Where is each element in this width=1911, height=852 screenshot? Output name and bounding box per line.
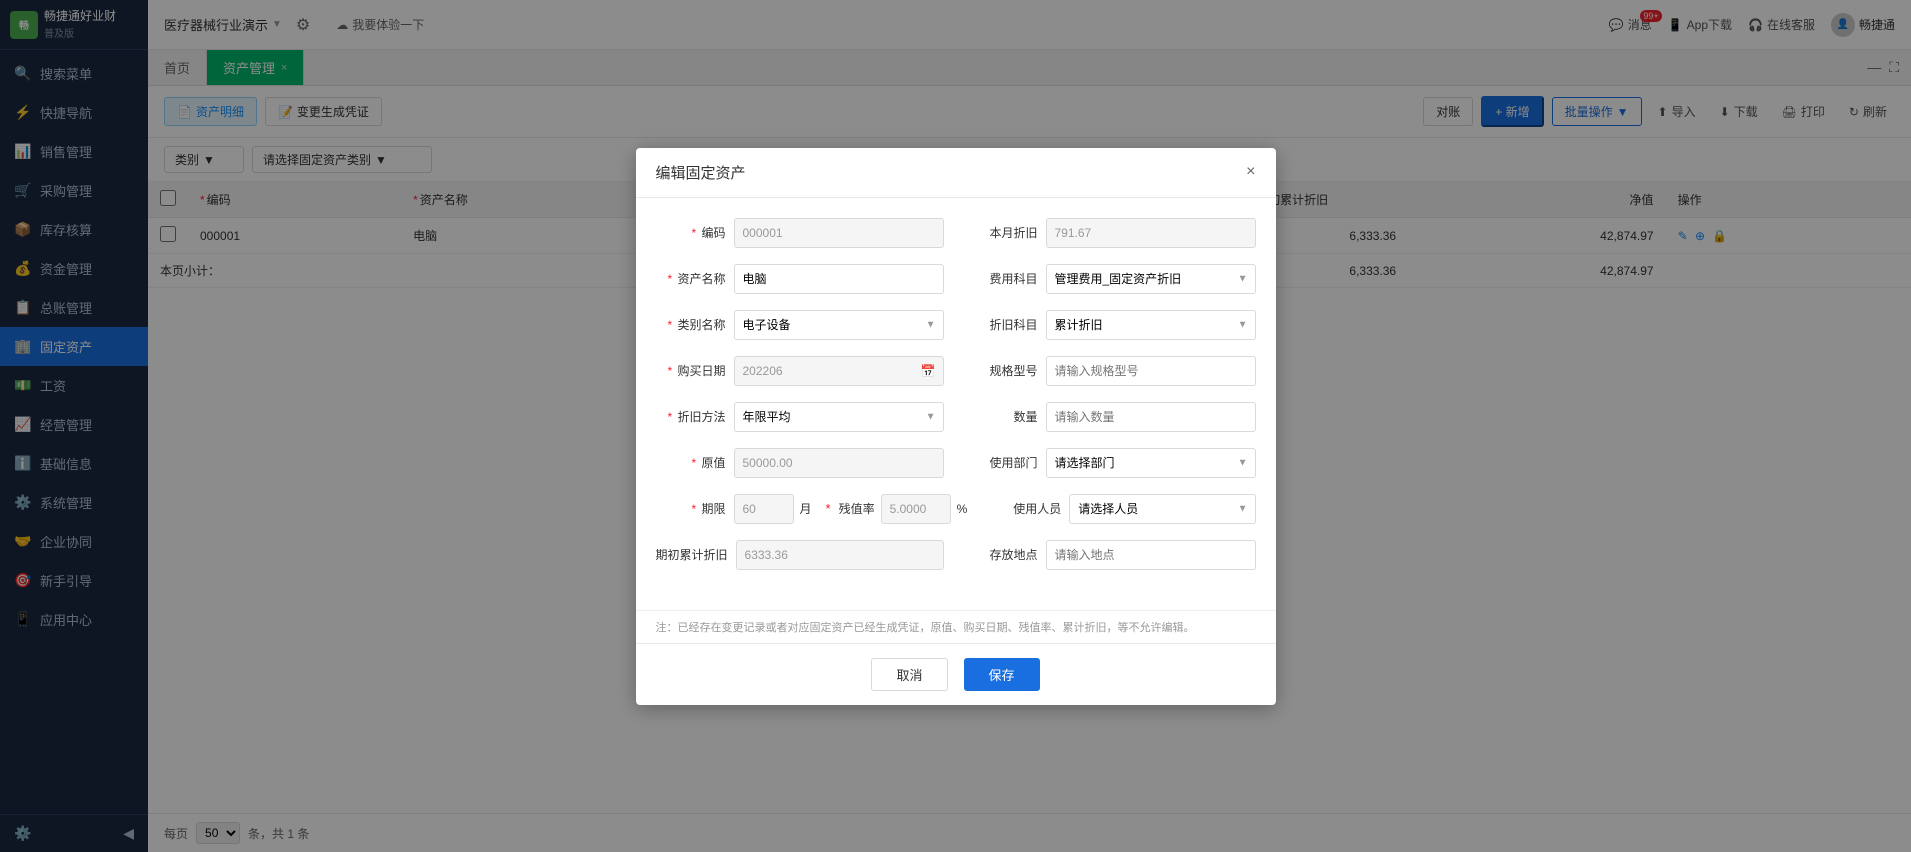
- staff-label: 使用人员: [1013, 502, 1061, 516]
- modal-row-6: * 原值 使用部门 请选择部门 ▼: [656, 448, 1256, 478]
- modal-row-3: * 类别名称 电子设备 ▼ 折旧科目: [656, 310, 1256, 340]
- staff-select[interactable]: 请选择人员: [1069, 494, 1255, 524]
- field-expense-subject: 费用科目 管理费用_固定资产折旧 ▼: [968, 264, 1256, 294]
- modal-footer: 取消 保存: [636, 643, 1276, 705]
- modal-close-btn[interactable]: ×: [1246, 163, 1255, 181]
- dep-subject-select-wrap: 累计折旧 ▼: [1046, 310, 1256, 340]
- original-value-label: 原值: [701, 456, 725, 470]
- code-label: 编码: [701, 226, 725, 240]
- field-asset-name: * 资产名称: [656, 264, 944, 294]
- category-label: 类别名称: [677, 318, 725, 332]
- field-initial-dep: 期初累计折旧: [656, 540, 944, 570]
- category-select[interactable]: 电子设备: [734, 310, 944, 340]
- period-input[interactable]: [734, 494, 794, 524]
- field-dep-subject: 折旧科目 累计折旧 ▼: [968, 310, 1256, 340]
- asset-name-label: 资产名称: [677, 272, 725, 286]
- expense-subject-select-wrap: 管理费用_固定资产折旧 ▼: [1046, 264, 1256, 294]
- staff-select-wrap: 请选择人员 ▼: [1069, 494, 1255, 524]
- note-text: 注：已经存在变更记录或者对应固定资产已经生成凭证，原值、购买日期、残值率、累计折…: [656, 622, 1195, 634]
- asset-name-input[interactable]: [734, 264, 944, 294]
- calendar-icon: 📅: [921, 364, 936, 378]
- dep-method-label: 折旧方法: [677, 410, 725, 424]
- period-unit: 月: [800, 500, 812, 517]
- spec-model-input[interactable]: [1046, 356, 1256, 386]
- field-monthly-dep: 本月折旧: [968, 218, 1256, 248]
- field-category: * 类别名称 电子设备 ▼: [656, 310, 944, 340]
- cancel-button[interactable]: 取消: [871, 658, 947, 691]
- residual-rate-label: 残值率: [839, 500, 875, 517]
- dept-select-wrap: 请选择部门 ▼: [1046, 448, 1256, 478]
- dep-subject-select[interactable]: 累计折旧: [1046, 310, 1256, 340]
- modal-row-2: * 资产名称 费用科目 管理费用_固定资产折旧 ▼: [656, 264, 1256, 294]
- edit-asset-modal: 编辑固定资产 × * 编码 本月折旧: [636, 148, 1276, 705]
- monthly-dep-label: 本月折旧: [989, 226, 1037, 240]
- field-location: 存放地点: [968, 540, 1256, 570]
- modal-note: 注：已经存在变更记录或者对应固定资产已经生成凭证，原值、购买日期、残值率、累计折…: [636, 610, 1276, 643]
- period-label: 期限: [701, 502, 725, 516]
- monthly-dep-input: [1046, 218, 1256, 248]
- field-staff: 使用人员 请选择人员 ▼: [991, 494, 1255, 524]
- dept-label: 使用部门: [989, 456, 1037, 470]
- dep-method-select[interactable]: 年限平均: [734, 402, 944, 432]
- field-dep-method: * 折旧方法 年限平均 ▼: [656, 402, 944, 432]
- field-code: * 编码: [656, 218, 944, 248]
- location-label: 存放地点: [989, 548, 1037, 562]
- save-button[interactable]: 保存: [964, 658, 1040, 691]
- field-original-value: * 原值: [656, 448, 944, 478]
- modal-overlay: 编辑固定资产 × * 编码 本月折旧: [0, 0, 1911, 852]
- purchase-date-wrap: 📅: [734, 356, 944, 386]
- residual-rate-unit: %: [957, 502, 968, 516]
- location-input[interactable]: [1046, 540, 1256, 570]
- initial-dep-label: 期初累计折旧: [656, 548, 728, 562]
- modal-row-8: 期初累计折旧 存放地点: [656, 540, 1256, 570]
- spec-model-label: 规格型号: [989, 364, 1037, 378]
- dep-subject-label: 折旧科目: [989, 318, 1037, 332]
- modal-row-4: * 购买日期 📅 规格型号: [656, 356, 1256, 386]
- code-input[interactable]: [734, 218, 944, 248]
- original-value-input[interactable]: [734, 448, 944, 478]
- modal-row-7: * 期限 月 * 残值率 % 使用人员: [656, 494, 1256, 524]
- residual-rate-input[interactable]: [881, 494, 951, 524]
- quantity-input[interactable]: [1046, 402, 1256, 432]
- expense-subject-select[interactable]: 管理费用_固定资产折旧: [1046, 264, 1256, 294]
- initial-dep-input[interactable]: [736, 540, 944, 570]
- expense-subject-label: 费用科目: [989, 272, 1037, 286]
- field-spec-model: 规格型号: [968, 356, 1256, 386]
- modal-header: 编辑固定资产 ×: [636, 148, 1276, 198]
- quantity-label: 数量: [1013, 410, 1037, 424]
- field-dept: 使用部门 请选择部门 ▼: [968, 448, 1256, 478]
- purchase-date-input[interactable]: [734, 356, 944, 386]
- dep-method-select-wrap: 年限平均 ▼: [734, 402, 944, 432]
- purchase-date-label: 购买日期: [677, 364, 725, 378]
- modal-title: 编辑固定资产: [656, 162, 746, 183]
- modal-row-5: * 折旧方法 年限平均 ▼ 数量: [656, 402, 1256, 432]
- field-quantity: 数量: [968, 402, 1256, 432]
- category-select-wrap: 电子设备 ▼: [734, 310, 944, 340]
- dept-select[interactable]: 请选择部门: [1046, 448, 1256, 478]
- modal-body: * 编码 本月折旧 * 资产名称: [636, 198, 1276, 606]
- modal-row-1: * 编码 本月折旧: [656, 218, 1256, 248]
- field-period: * 期限 月 * 残值率 %: [656, 494, 968, 524]
- field-purchase-date: * 购买日期 📅: [656, 356, 944, 386]
